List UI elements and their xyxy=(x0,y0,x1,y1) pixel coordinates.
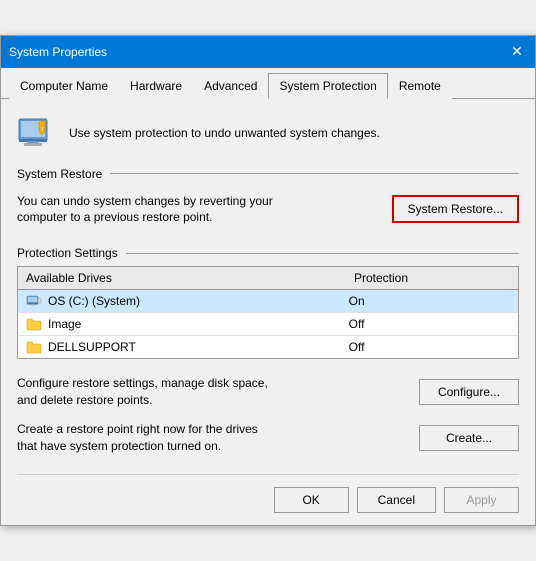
window-title: System Properties xyxy=(9,45,107,59)
protection-settings-section: Protection Settings Available Drives Pro… xyxy=(17,246,519,460)
create-button[interactable]: Create... xyxy=(419,425,519,451)
tab-computer-name[interactable]: Computer Name xyxy=(9,73,119,99)
tab-hardware[interactable]: Hardware xyxy=(119,73,193,99)
drive-cell-dellsupport: DELLSUPPORT xyxy=(26,339,349,355)
title-bar: System Properties ✕ xyxy=(1,36,535,68)
folder-icon-image xyxy=(26,316,42,332)
configure-button[interactable]: Configure... xyxy=(419,379,519,405)
content-area: ! Use system protection to undo unwanted… xyxy=(1,99,535,526)
cancel-button[interactable]: Cancel xyxy=(357,487,436,513)
tab-advanced[interactable]: Advanced xyxy=(193,73,268,99)
footer-buttons: OK Cancel Apply xyxy=(17,474,519,513)
table-header: Available Drives Protection xyxy=(18,267,518,290)
create-row: Create a restore point right now for the… xyxy=(17,415,519,461)
drive-cell-image: Image xyxy=(26,316,349,332)
header-text: Use system protection to undo unwanted s… xyxy=(69,126,380,140)
drive-name-image: Image xyxy=(48,317,81,331)
protection-settings-label: Protection Settings xyxy=(17,246,519,260)
system-restore-button[interactable]: System Restore... xyxy=(392,195,519,223)
os-drive-icon xyxy=(26,293,42,309)
system-protection-icon: ! xyxy=(17,113,57,153)
tab-system-protection[interactable]: System Protection xyxy=(268,73,387,99)
tab-remote[interactable]: Remote xyxy=(388,73,452,99)
protection-status-dellsupport: Off xyxy=(349,340,510,354)
configure-row: Configure restore settings, manage disk … xyxy=(17,369,519,415)
col-header-drives: Available Drives xyxy=(18,267,346,289)
system-restore-section: System Restore You can undo system chang… xyxy=(17,167,519,233)
protection-status-os: On xyxy=(349,294,510,308)
drives-table: Available Drives Protection OS (C:) (Sy xyxy=(17,266,519,359)
drive-cell-os: OS (C:) (System) xyxy=(26,293,349,309)
protection-status-image: Off xyxy=(349,317,510,331)
col-header-protection: Protection xyxy=(346,267,518,289)
ok-button[interactable]: OK xyxy=(274,487,349,513)
table-row[interactable]: Image Off xyxy=(18,313,518,336)
folder-icon-dellsupport xyxy=(26,339,42,355)
close-button[interactable]: ✕ xyxy=(507,42,527,62)
create-description: Create a restore point right now for the… xyxy=(17,421,277,455)
configure-description: Configure restore settings, manage disk … xyxy=(17,375,277,409)
apply-button[interactable]: Apply xyxy=(444,487,519,513)
table-row[interactable]: OS (C:) (System) On xyxy=(18,290,518,313)
drive-name-os: OS (C:) (System) xyxy=(48,294,140,308)
system-properties-window: System Properties ✕ Computer Name Hardwa… xyxy=(0,35,536,527)
tab-bar: Computer Name Hardware Advanced System P… xyxy=(1,68,535,99)
drive-name-dellsupport: DELLSUPPORT xyxy=(48,340,136,354)
header-section: ! Use system protection to undo unwanted… xyxy=(17,113,519,153)
system-restore-row: You can undo system changes by reverting… xyxy=(17,187,519,233)
system-restore-description: You can undo system changes by reverting… xyxy=(17,193,277,227)
table-row[interactable]: DELLSUPPORT Off xyxy=(18,336,518,358)
system-restore-label: System Restore xyxy=(17,167,519,181)
